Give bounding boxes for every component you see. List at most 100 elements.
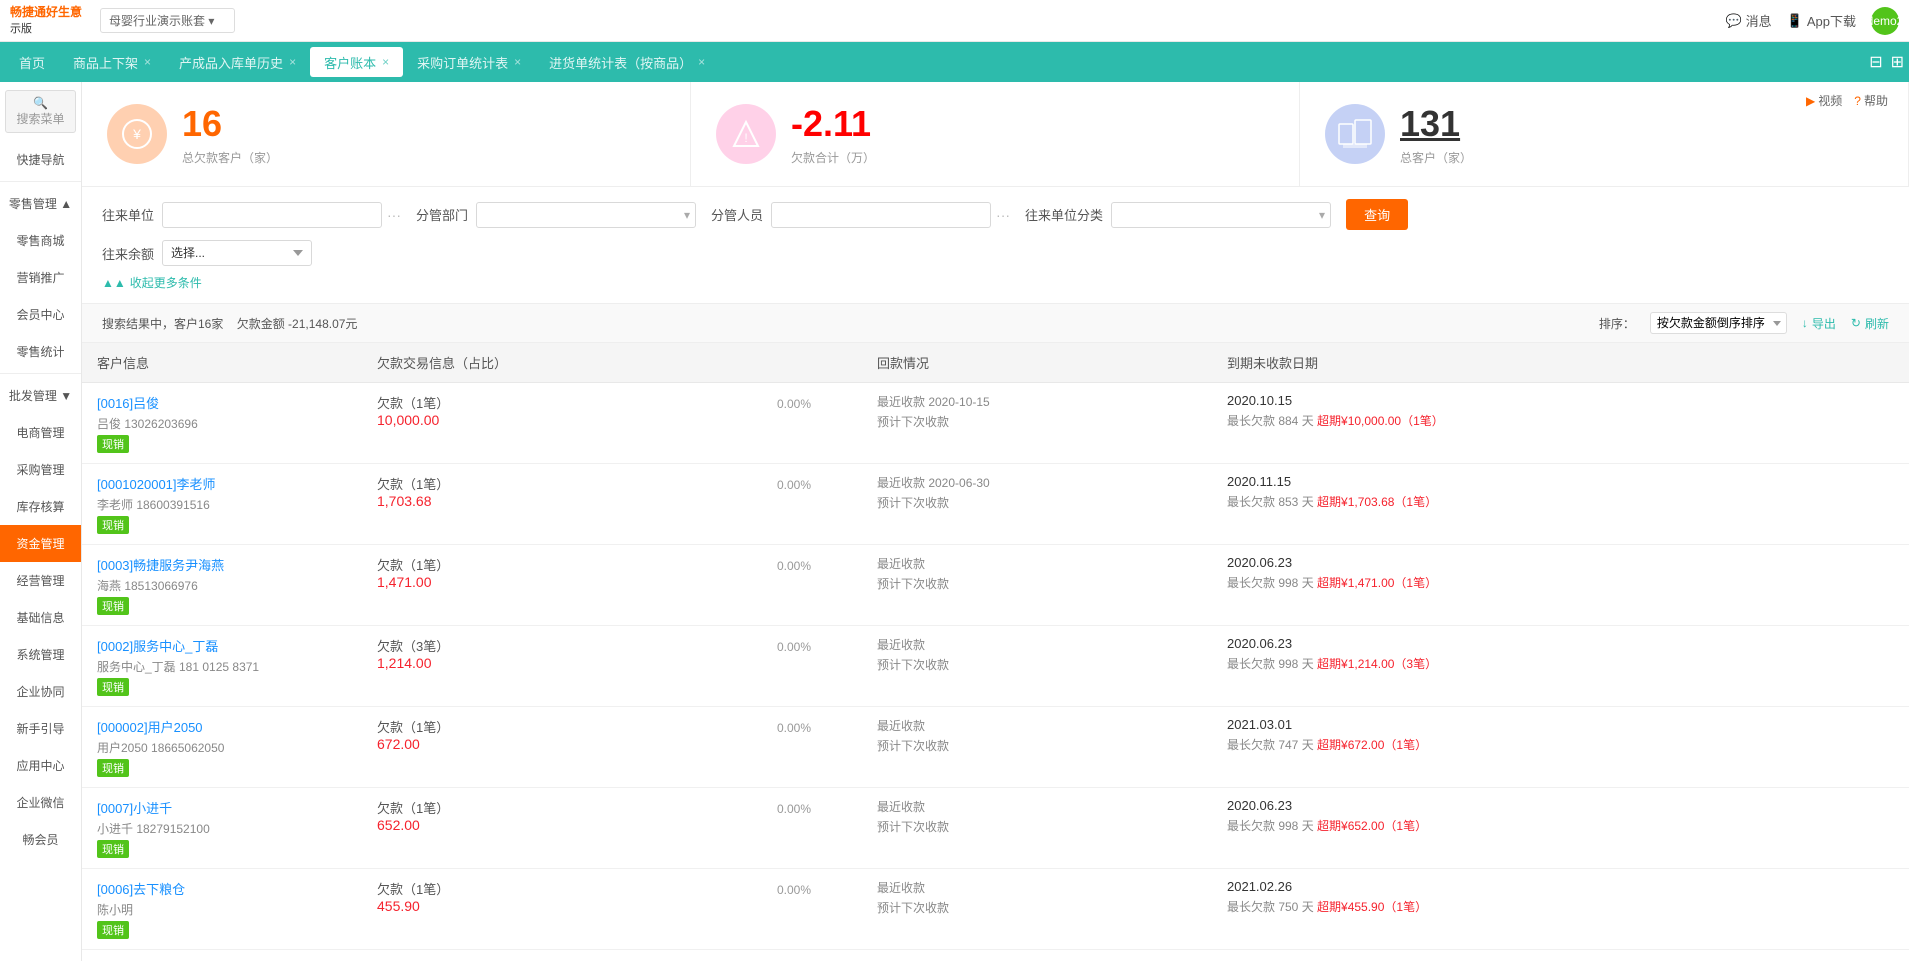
table-body: [0016]吕俊 吕俊 13026203696 现销 欠款（1笔） 10,000… (82, 383, 1909, 961)
td-due-date: 2020.11.15 最长欠款 853 天 超期¥1,703.68（1笔） (1212, 464, 1909, 545)
owe-ratio-value: 0.00% (777, 802, 847, 816)
overdue-days: 最长欠款 853 天 (1227, 495, 1317, 509)
stat-label-total-customers: 总客户（家） (1400, 149, 1883, 166)
sidebar-item-ecommerce[interactable]: 电商管理 (0, 414, 81, 451)
filter-category-input[interactable] (1111, 202, 1331, 228)
overdue-link[interactable]: 超期¥672.00（1笔） (1317, 738, 1427, 752)
owe-amount[interactable]: 455.90 (377, 898, 747, 914)
export-icon: ↓ (1802, 316, 1808, 330)
filter-balance-select[interactable]: 选择... (162, 240, 312, 266)
sidebar-item-purchase[interactable]: 采购管理 (0, 451, 81, 488)
user-avatar-btn[interactable]: demo2 (1871, 7, 1899, 35)
filter-dept-input[interactable] (476, 202, 696, 228)
message-btn[interactable]: 💬 消息 (1725, 11, 1771, 30)
search-menu-btn[interactable]: 🔍 搜索菜单 (5, 90, 76, 133)
td-due-date: 2020.06.23 最长欠款 998 天 超期¥1,214.00（3笔） (1212, 626, 1909, 707)
filter-unit-label: 往来单位 (102, 205, 154, 224)
td-customer-info: [0016]吕俊 吕俊 13026203696 现销 (82, 383, 362, 464)
video-btn[interactable]: ▶ 视频 (1806, 92, 1842, 109)
owe-amount[interactable]: 1,471.00 (377, 574, 747, 590)
sidebar-item-quick-nav[interactable]: 快捷导航 (0, 141, 81, 178)
tab-products-listing[interactable]: 商品上下架 × (59, 47, 165, 77)
sidebar-item-system[interactable]: 系统管理 (0, 636, 81, 673)
sort-select[interactable]: 按欠款金额倒序排序 (1650, 312, 1787, 334)
td-owe-info: 欠款（3笔） 1,214.00 (362, 626, 762, 707)
sidebar-item-retail-stats[interactable]: 零售统计 (0, 333, 81, 370)
customer-name-link[interactable]: [0016]吕俊 (97, 393, 347, 412)
overdue-link[interactable]: 超期¥455.90（1笔） (1317, 900, 1427, 914)
sidebar-item-app-center[interactable]: 应用中心 (0, 747, 81, 784)
tab-close-icon[interactable]: × (144, 55, 151, 69)
sidebar-item-wholesale-mgmt[interactable]: 批发管理 ▼ (0, 377, 81, 414)
stat-owe-total: ! -2.11 欠款合计（万） (691, 82, 1300, 186)
sidebar-item-newbie-guide[interactable]: 新手引导 (0, 710, 81, 747)
tab-close-icon[interactable]: × (382, 55, 389, 69)
tab-close-icon[interactable]: × (698, 55, 705, 69)
overdue-link[interactable]: 超期¥1,214.00（3笔） (1317, 657, 1437, 671)
td-return-status: 最近收款 预计下次收款 (862, 950, 1212, 961)
help-btn[interactable]: ? 帮助 (1854, 92, 1888, 109)
tab-production-history[interactable]: 产成品入库单历史 × (165, 47, 310, 77)
sidebar-item-enterprise-collab[interactable]: 企业协同 (0, 673, 81, 710)
minimize-icon[interactable]: ⊟ (1869, 52, 1882, 72)
tab-customer-ledger[interactable]: 客户账本 × (310, 47, 403, 77)
refresh-icon: ↻ (1851, 316, 1861, 330)
sidebar-item-retail-mgmt[interactable]: 零售管理 ▲ (0, 185, 81, 222)
owe-amount[interactable]: 1,703.68 (377, 493, 747, 509)
customer-tag: 现销 (97, 678, 129, 696)
td-return-status: 最近收款 预计下次收款 (862, 869, 1212, 950)
tab-close-icon[interactable]: × (289, 55, 296, 69)
next-collect: 预计下次收款 (877, 575, 1197, 592)
sidebar-item-inventory[interactable]: 库存核算 (0, 488, 81, 525)
customer-name-link[interactable]: [0001020001]李老师 (97, 474, 347, 493)
last-collect-date: 最近收款 2020-06-30 (877, 474, 1197, 491)
query-button[interactable]: 查询 (1346, 199, 1408, 230)
sidebar-item-chang-member[interactable]: 畅会员 (0, 821, 81, 858)
customer-contact: 用户2050 18665062050 (97, 739, 347, 756)
overdue-link[interactable]: 超期¥1,471.00（1笔） (1317, 576, 1437, 590)
td-due-date: 2020.06.23 最长欠款 998 天 超期¥1,471.00（1笔） (1212, 545, 1909, 626)
collapse-filter-btn[interactable]: ▲▲ 收起更多条件 (102, 274, 1889, 291)
refresh-btn[interactable]: ↻ 刷新 (1851, 315, 1889, 332)
sidebar-item-retail-mall[interactable]: 零售商城 (0, 222, 81, 259)
maximize-icon[interactable]: ⊞ (1891, 52, 1904, 72)
app-download-btn[interactable]: 📱 App下载 (1787, 11, 1856, 30)
sidebar-item-members[interactable]: 会员中心 (0, 296, 81, 333)
stat-icon-customers (1325, 104, 1385, 164)
next-collect: 预计下次收款 (877, 737, 1197, 754)
overdue-link[interactable]: 超期¥10,000.00（1笔） (1317, 414, 1444, 428)
stat-label-owe-customers: 总欠款客户（家） (182, 149, 665, 166)
overdue-link[interactable]: 超期¥1,703.68（1笔） (1317, 495, 1437, 509)
filter-balance-label: 往来余额 (102, 244, 154, 263)
td-owe-ratio: 0.00% (762, 464, 862, 545)
td-customer-info: [0001020001]李老师 李老师 18600391516 现销 (82, 464, 362, 545)
customer-name-link[interactable]: [0007]小进千 (97, 798, 347, 817)
sidebar-item-marketing[interactable]: 营销推广 (0, 259, 81, 296)
filter-manager-input[interactable] (771, 202, 991, 228)
tab-home[interactable]: 首页 (5, 47, 59, 77)
sidebar-item-basic-info[interactable]: 基础信息 (0, 599, 81, 636)
sidebar-item-finance[interactable]: 资金管理 (0, 525, 81, 562)
brand-dropdown[interactable]: 母婴行业演示账套 ▾ (100, 8, 235, 33)
filter-unit-input[interactable] (162, 202, 382, 228)
customer-name-link[interactable]: [0002]服务中心_丁磊 (97, 636, 347, 655)
owe-amount[interactable]: 652.00 (377, 817, 747, 833)
customer-name-link[interactable]: [0003]畅捷服务尹海燕 (97, 555, 347, 574)
last-collect-date: 最近收款 (877, 717, 1197, 734)
owe-amount[interactable]: 10,000.00 (377, 412, 747, 428)
customer-name-link[interactable]: [0006]去下粮仓 (97, 879, 347, 898)
owe-amount[interactable]: 1,214.00 (377, 655, 747, 671)
tab-purchase-stats-by-product[interactable]: 进货单统计表（按商品） × (535, 47, 719, 77)
sidebar-item-enterprise-wechat[interactable]: 企业微信 (0, 784, 81, 821)
overdue-link[interactable]: 超期¥652.00（1笔） (1317, 819, 1427, 833)
sidebar-item-business-mgmt[interactable]: 经营管理 (0, 562, 81, 599)
td-owe-ratio: 0.00% (762, 383, 862, 464)
tab-close-icon[interactable]: × (514, 55, 521, 69)
stats-bar: ¥ 16 总欠款客户（家） ! -2.11 欠款合计（万） (82, 82, 1909, 187)
stat-number-owe-customers: 16 (182, 102, 665, 145)
export-btn[interactable]: ↓ 导出 (1802, 315, 1836, 332)
customer-name-link[interactable]: [000002]用户2050 (97, 717, 347, 736)
owe-amount[interactable]: 672.00 (377, 736, 747, 752)
svg-text:¥: ¥ (132, 126, 141, 142)
tab-purchase-order-stats[interactable]: 采购订单统计表 × (403, 47, 535, 77)
